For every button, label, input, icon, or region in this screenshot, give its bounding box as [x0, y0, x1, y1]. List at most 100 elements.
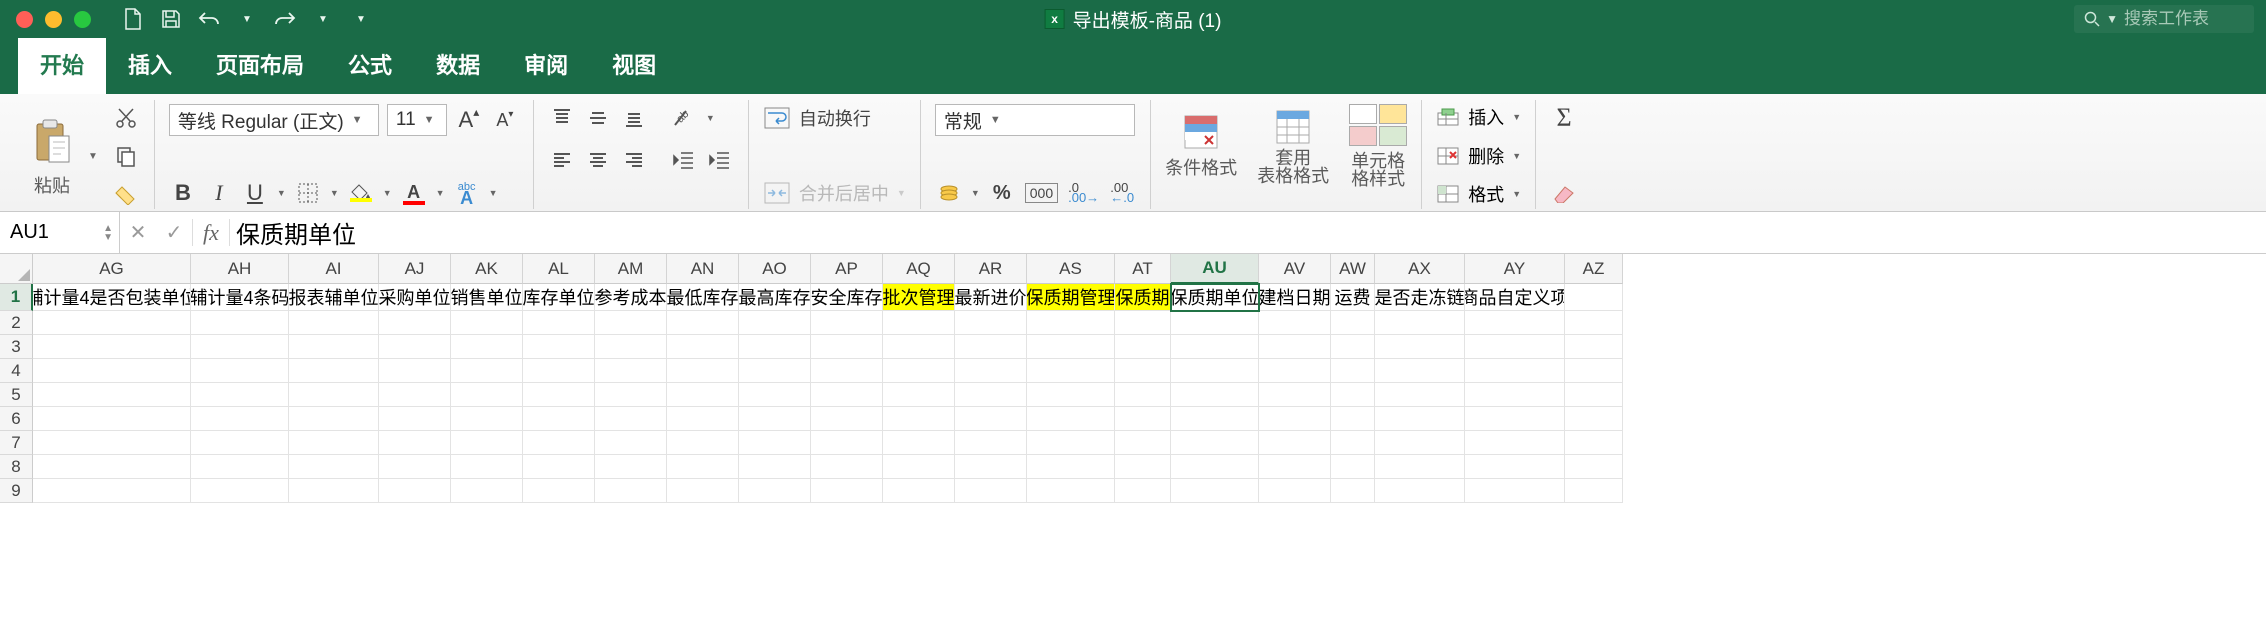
cell-AG3[interactable]: [33, 335, 191, 359]
cell-AH3[interactable]: [191, 335, 289, 359]
italic-button[interactable]: I: [205, 179, 233, 207]
cell-AW6[interactable]: [1331, 407, 1375, 431]
cell-AG5[interactable]: [33, 383, 191, 407]
cell-AZ4[interactable]: [1565, 359, 1623, 383]
column-header-AT[interactable]: AT: [1115, 254, 1171, 284]
font-size-combo[interactable]: 11▼: [387, 104, 447, 136]
format-painter-icon[interactable]: [112, 180, 140, 208]
cell-AP2[interactable]: [811, 311, 883, 335]
cell-AU8[interactable]: [1171, 455, 1259, 479]
tab-view[interactable]: 视图: [590, 38, 678, 94]
cell-AT5[interactable]: [1115, 383, 1171, 407]
name-box[interactable]: AU1 ▲▼: [0, 212, 120, 253]
cell-AK5[interactable]: [451, 383, 523, 407]
cell-AV5[interactable]: [1259, 383, 1331, 407]
cell-AZ6[interactable]: [1565, 407, 1623, 431]
cell-AN9[interactable]: [667, 479, 739, 503]
cell-AN8[interactable]: [667, 455, 739, 479]
cell-AR9[interactable]: [955, 479, 1027, 503]
cell-AX8[interactable]: [1375, 455, 1465, 479]
column-header-AN[interactable]: AN: [667, 254, 739, 284]
cell-AW8[interactable]: [1331, 455, 1375, 479]
cell-AO6[interactable]: [739, 407, 811, 431]
align-right-icon[interactable]: [620, 146, 648, 174]
cell-AV3[interactable]: [1259, 335, 1331, 359]
tab-data[interactable]: 数据: [414, 38, 502, 94]
cell-AJ9[interactable]: [379, 479, 451, 503]
column-header-AJ[interactable]: AJ: [379, 254, 451, 284]
cell-AN2[interactable]: [667, 311, 739, 335]
cell-AP5[interactable]: [811, 383, 883, 407]
cell-AM9[interactable]: [595, 479, 667, 503]
column-header-AU[interactable]: AU: [1171, 254, 1259, 284]
cell-AQ9[interactable]: [883, 479, 955, 503]
font-name-combo[interactable]: 等线 Regular (正文)▼: [169, 104, 379, 136]
cell-AU9[interactable]: [1171, 479, 1259, 503]
accept-formula-icon[interactable]: ✓: [156, 212, 192, 253]
cell-AG9[interactable]: [33, 479, 191, 503]
cell-AS2[interactable]: [1027, 311, 1115, 335]
cell-AO3[interactable]: [739, 335, 811, 359]
cell-AT4[interactable]: [1115, 359, 1171, 383]
cell-AT1[interactable]: 保质期: [1115, 284, 1171, 311]
row-header-4[interactable]: 4: [0, 359, 33, 383]
delete-cells-button[interactable]: 删除 ▼: [1436, 143, 1521, 169]
cell-AG1[interactable]: 辅计量4是否包装单位: [33, 284, 191, 311]
qat-customize-icon[interactable]: ▼: [349, 7, 373, 31]
cell-AR1[interactable]: 最新进价: [955, 284, 1027, 311]
undo-dropdown-icon[interactable]: ▼: [235, 7, 259, 31]
cell-AP3[interactable]: [811, 335, 883, 359]
cell-AL4[interactable]: [523, 359, 595, 383]
undo-icon[interactable]: [197, 7, 221, 31]
cell-AY5[interactable]: [1465, 383, 1565, 407]
cell-AH8[interactable]: [191, 455, 289, 479]
fx-icon[interactable]: fx: [193, 212, 229, 253]
cell-AQ6[interactable]: [883, 407, 955, 431]
cell-AN7[interactable]: [667, 431, 739, 455]
cell-AY7[interactable]: [1465, 431, 1565, 455]
cell-AY6[interactable]: [1465, 407, 1565, 431]
align-top-icon[interactable]: [548, 104, 576, 132]
column-header-AL[interactable]: AL: [523, 254, 595, 284]
cell-AJ1[interactable]: 采购单位: [379, 284, 451, 311]
cell-AR7[interactable]: [955, 431, 1027, 455]
cell-AM2[interactable]: [595, 311, 667, 335]
cell-AM4[interactable]: [595, 359, 667, 383]
cell-AG8[interactable]: [33, 455, 191, 479]
cell-AQ2[interactable]: [883, 311, 955, 335]
row-header-6[interactable]: 6: [0, 407, 33, 431]
close-window-button[interactable]: [16, 11, 33, 28]
cell-AU5[interactable]: [1171, 383, 1259, 407]
currency-icon[interactable]: [935, 179, 963, 207]
cell-AI4[interactable]: [289, 359, 379, 383]
cell-AH9[interactable]: [191, 479, 289, 503]
cell-AS9[interactable]: [1027, 479, 1115, 503]
fill-color-dropdown-icon[interactable]: ▼: [383, 188, 392, 198]
cell-AV2[interactable]: [1259, 311, 1331, 335]
row-header-9[interactable]: 9: [0, 479, 33, 503]
format-as-table-button[interactable]: 套用 表格格式: [1257, 107, 1329, 185]
cell-AQ8[interactable]: [883, 455, 955, 479]
cell-AP8[interactable]: [811, 455, 883, 479]
increase-font-icon[interactable]: A▴: [455, 106, 483, 134]
cell-AL6[interactable]: [523, 407, 595, 431]
font-color-dropdown-icon[interactable]: ▼: [436, 188, 445, 198]
cell-AK1[interactable]: 销售单位: [451, 284, 523, 311]
insert-cells-button[interactable]: 插入 ▼: [1436, 104, 1521, 130]
cell-AI2[interactable]: [289, 311, 379, 335]
cell-AG7[interactable]: [33, 431, 191, 455]
font-color-icon[interactable]: A: [400, 179, 428, 207]
cell-AZ9[interactable]: [1565, 479, 1623, 503]
tab-insert[interactable]: 插入: [106, 38, 194, 94]
decrease-decimal-icon[interactable]: .00←.0: [1108, 179, 1136, 207]
cell-AZ8[interactable]: [1565, 455, 1623, 479]
cell-AP1[interactable]: 安全库存: [811, 284, 883, 311]
cell-AO5[interactable]: [739, 383, 811, 407]
cell-AX7[interactable]: [1375, 431, 1465, 455]
cell-AL7[interactable]: [523, 431, 595, 455]
cell-AM8[interactable]: [595, 455, 667, 479]
cell-AK2[interactable]: [451, 311, 523, 335]
column-header-AM[interactable]: AM: [595, 254, 667, 284]
cell-AR8[interactable]: [955, 455, 1027, 479]
cut-icon[interactable]: [112, 104, 140, 132]
